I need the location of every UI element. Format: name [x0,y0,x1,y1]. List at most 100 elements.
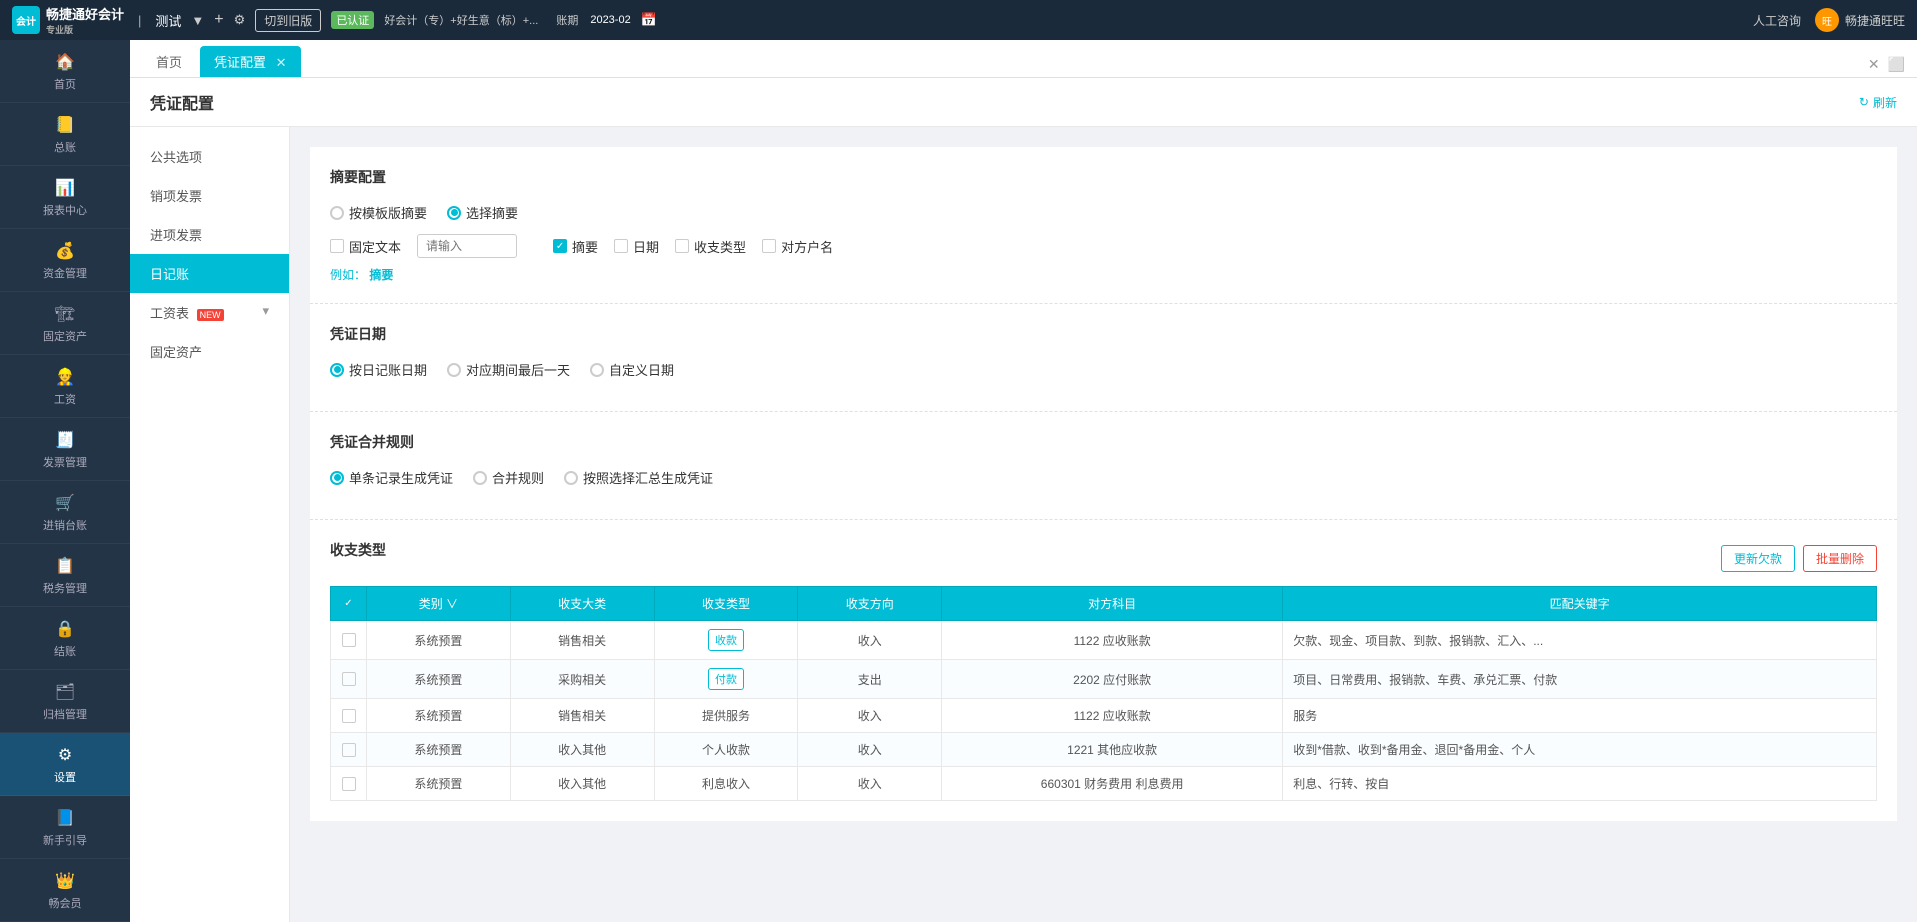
row-type-tag-1[interactable]: 收款 [708,629,744,651]
row-type-tag-2[interactable]: 付款 [708,668,744,690]
left-nav-public[interactable]: 公共选项 [130,137,289,176]
row-checkbox-5[interactable] [331,767,367,801]
sidebar-item-home[interactable]: 🏠 首页 [0,40,130,103]
income-type-checkbox[interactable]: 收支类型 [675,237,746,256]
sidebar-item-trade[interactable]: 🛒 进销台账 [0,481,130,544]
row-checkbox-1[interactable] [331,621,367,660]
table-row: 系统预置 采购相关 付款 支出 2202 应付账款 项目、日常费用、报销款、车费… [331,660,1877,699]
topbar-dropdown-icon[interactable]: ▼ [191,13,204,28]
topbar-calendar-icon[interactable]: 📅 [641,12,657,28]
counterpart-name-checkbox[interactable]: 对方户名 [762,237,833,256]
sidebar-item-settings[interactable]: ⚙ 设置 [0,733,130,796]
row-big-type-5: 收入其他 [510,767,654,801]
row-keywords-2: 项目、日常费用、报销款、车费、承兑汇票、付款 [1283,660,1877,699]
sidebar-label-ledger: 总账 [54,139,76,155]
sidebar-item-invoice-mgmt[interactable]: 🧾 发票管理 [0,418,130,481]
radio-period-last-day-circle [447,363,461,377]
tab-voucher-config[interactable]: 凭证配置 ✕ [200,46,301,77]
batch-delete-button[interactable]: 批量删除 [1803,545,1877,572]
sidebar-item-archive[interactable]: 🗂 归档管理 [0,670,130,733]
row-keywords-4: 收到*借款、收到*备用金、退回*备用金、个人 [1283,733,1877,767]
row-big-type-3: 销售相关 [510,699,654,733]
voucher-merge-radio-group: 单条记录生成凭证 合并规则 按照选择汇总生成凭证 [330,468,1877,487]
radio-journal-date[interactable]: 按日记账日期 [330,360,427,379]
sidebar-item-assets[interactable]: 🏗 固定资产 [0,292,130,355]
certified-badge: 已认证 [331,11,374,29]
tab-maximize-button[interactable]: ⬜ [1888,56,1905,73]
brand-name: 畅捷通好会计 [46,4,124,23]
radio-select-summary[interactable]: 选择摘要 [447,203,518,222]
topbar-gear-icon[interactable]: ⚙ [234,12,246,28]
table-select-all-checkbox[interactable]: ✓ [342,597,356,611]
sidebar-label-invoice-mgmt: 发票管理 [43,454,87,470]
topbar-period-label: 账期 [556,12,578,28]
row-type-4: 个人收款 [654,733,798,767]
left-nav-purchase-invoice[interactable]: 进项发票 [130,215,289,254]
row-category-4: 系统预置 [367,733,511,767]
summary-checkbox[interactable]: ✓ 摘要 [553,237,598,256]
refresh-button[interactable]: ↻ 刷新 [1859,94,1897,111]
summary-checkbox-group: 固定文本 ✓ 摘要 日期 收支类型 [330,234,1877,258]
row-account-1: 1122 应收账款 [942,621,1283,660]
topbar-add-icon[interactable]: + [214,11,223,29]
switch-version-button[interactable]: 切到旧版 [255,9,321,32]
row-category-3: 系统预置 [367,699,511,733]
row-checkbox-4[interactable] [331,733,367,767]
brand-logo: 会计 [12,6,40,34]
income-expense-table: ✓ 类别 ∨ 收支大类 收支类型 收支方向 对方科目 匹配关键字 [330,586,1877,801]
close-period-icon: 🔒 [55,619,75,639]
left-nav-fixed-assets[interactable]: 固定资产 [130,332,289,371]
sidebar-item-salary[interactable]: 👷 工资 [0,355,130,418]
salary-icon: 👷 [55,367,75,387]
fixed-text-input[interactable] [417,234,517,258]
row-checkbox-2[interactable] [331,660,367,699]
sidebar-item-member[interactable]: 👑 畅会员 [0,859,130,922]
left-nav-sales-invoice[interactable]: 销项发票 [130,176,289,215]
tab-home[interactable]: 首页 [142,46,196,77]
tab-close-icon[interactable]: ✕ [276,55,287,70]
left-nav-payroll[interactable]: 工资表 NEW ▾ [130,293,289,332]
two-pane-layout: 公共选项 销项发票 进项发票 日记账 工资表 NEW ▾ 固定资产 [130,127,1917,922]
payroll-arrow-icon: ▾ [262,303,269,319]
date-checkbox[interactable]: 日期 [614,237,659,256]
topbar: 会计 畅捷通好会计 专业版 | 测试 ▼ + ⚙ 切到旧版 已认证 好会计（专）… [0,0,1917,40]
topbar-service-label[interactable]: 人工咨询 [1753,12,1801,29]
left-nav-journal[interactable]: 日记账 [130,254,289,293]
radio-template-summary[interactable]: 按模板版摘要 [330,203,427,222]
row-account-5: 660301 财务费用 利息费用 [942,767,1283,801]
summary-example: 例如： 摘要 [330,266,1877,283]
row-category-5: 系统预置 [367,767,511,801]
th-direction: 收支方向 [798,587,942,621]
income-expense-title: 收支类型 [330,540,386,560]
income-expense-section: 收支类型 更新欠款 批量删除 ✓ 类别 ∨ [310,520,1897,821]
tab-close-window-button[interactable]: ✕ [1868,56,1880,73]
sidebar-label-guide: 新手引导 [43,832,87,848]
radio-period-last-day[interactable]: 对应期间最后一天 [447,360,570,379]
sidebar-item-tax[interactable]: 📋 税务管理 [0,544,130,607]
sidebar-label-reports: 报表中心 [43,202,87,218]
update-balance-button[interactable]: 更新欠款 [1721,545,1795,572]
row-checkbox-3[interactable] [331,699,367,733]
table-row: 系统预置 收入其他 利息收入 收入 660301 财务费用 利息费用 利息、行转… [331,767,1877,801]
sidebar-item-ledger[interactable]: 📒 总账 [0,103,130,166]
user-avatar: 旺 [1815,8,1839,32]
radio-merge-rule[interactable]: 合并规则 [473,468,544,487]
sidebar-label-funds: 资金管理 [43,265,87,281]
archive-icon: 🗂 [55,682,75,702]
radio-single-record[interactable]: 单条记录生成凭证 [330,468,453,487]
table-actions: 更新欠款 批量删除 [1721,545,1877,572]
row-big-type-1: 销售相关 [510,621,654,660]
sidebar-item-funds[interactable]: 💰 资金管理 [0,229,130,292]
sidebar-item-reports[interactable]: 📊 报表中心 [0,166,130,229]
invoice-mgmt-icon: 🧾 [55,430,75,450]
radio-custom-date[interactable]: 自定义日期 [590,360,674,379]
sidebar-item-guide[interactable]: 📘 新手引导 [0,796,130,859]
home-icon: 🏠 [55,52,75,72]
sidebar-item-close[interactable]: 🔒 结账 [0,607,130,670]
th-account: 对方科目 [942,587,1283,621]
fixed-text-checkbox[interactable]: 固定文本 [330,237,401,256]
content-area: 首页 凭证配置 ✕ ✕ ⬜ 凭证配置 ↻ 刷新 公共选项 [130,40,1917,922]
radio-aggregate[interactable]: 按照选择汇总生成凭证 [564,468,713,487]
tabbar: 首页 凭证配置 ✕ ✕ ⬜ [130,40,1917,78]
th-big-type: 收支大类 [510,587,654,621]
